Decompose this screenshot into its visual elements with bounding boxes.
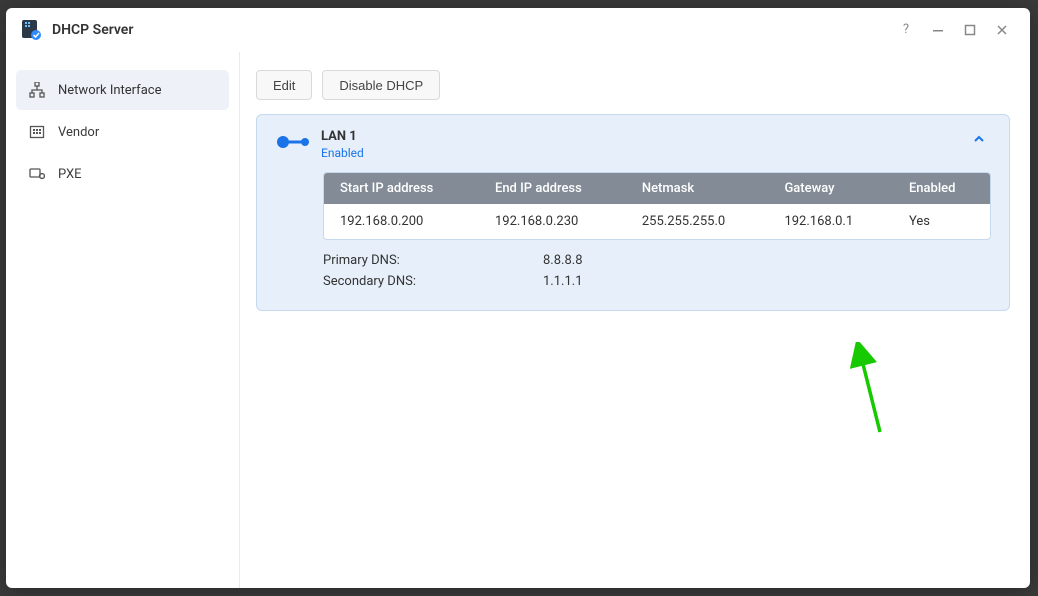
- dhcp-range-table: Start IP address End IP address Netmask …: [323, 172, 991, 240]
- secondary-dns-label: Secondary DNS:: [323, 274, 543, 289]
- cell-enabled: Yes: [893, 204, 990, 239]
- col-start-ip: Start IP address: [324, 173, 479, 204]
- lan-title: LAN 1: [321, 129, 364, 144]
- window: DHCP Server ? Network Interface: [6, 8, 1030, 588]
- maximize-button[interactable]: [956, 16, 984, 44]
- col-gateway: Gateway: [768, 173, 893, 204]
- col-netmask: Netmask: [626, 173, 769, 204]
- network-interface-icon: [28, 82, 46, 98]
- app-icon: [20, 19, 42, 41]
- primary-dns-row: Primary DNS: 8.8.8.8: [323, 250, 991, 271]
- col-end-ip: End IP address: [479, 173, 626, 204]
- cell-end-ip: 192.168.0.230: [479, 204, 626, 239]
- pxe-icon: [28, 166, 46, 182]
- annotation-arrow-icon: [850, 342, 890, 442]
- cell-gateway: 192.168.0.1: [768, 204, 893, 239]
- collapse-toggle[interactable]: [967, 129, 991, 153]
- maximize-icon: [964, 24, 976, 36]
- close-button[interactable]: [988, 16, 1016, 44]
- help-button[interactable]: ?: [892, 16, 920, 44]
- help-icon: ?: [903, 22, 909, 37]
- sidebar-item-label: Vendor: [58, 125, 99, 140]
- table-header-row: Start IP address End IP address Netmask …: [324, 173, 990, 204]
- cell-netmask: 255.255.255.0: [626, 204, 769, 239]
- sidebar-item-vendor[interactable]: Vendor: [16, 112, 229, 152]
- chevron-up-icon: [973, 133, 985, 145]
- sidebar-item-network-interface[interactable]: Network Interface: [16, 70, 229, 110]
- cell-start-ip: 192.168.0.200: [324, 204, 479, 239]
- main-panel: Edit Disable DHCP LAN 1 Enabled: [240, 52, 1030, 588]
- sidebar: Network Interface Vendor PXE: [6, 52, 240, 588]
- lan-status: Enabled: [321, 146, 364, 160]
- sidebar-item-pxe[interactable]: PXE: [16, 154, 229, 194]
- close-icon: [996, 24, 1008, 36]
- toolbar: Edit Disable DHCP: [256, 70, 1010, 100]
- vendor-icon: [28, 124, 46, 140]
- disable-dhcp-button[interactable]: Disable DHCP: [322, 70, 440, 100]
- primary-dns-value: 8.8.8.8: [543, 253, 583, 268]
- lan-panel[interactable]: LAN 1 Enabled Start IP address End IP ad…: [256, 114, 1010, 311]
- edit-button[interactable]: Edit: [256, 70, 312, 100]
- minimize-button[interactable]: [924, 16, 952, 44]
- titlebar: DHCP Server ?: [6, 8, 1030, 52]
- secondary-dns-row: Secondary DNS: 1.1.1.1: [323, 271, 991, 292]
- sidebar-item-label: PXE: [58, 167, 82, 182]
- app-title: DHCP Server: [52, 22, 133, 38]
- primary-dns-label: Primary DNS:: [323, 253, 543, 268]
- col-enabled: Enabled: [893, 173, 990, 204]
- minimize-icon: [932, 24, 944, 36]
- secondary-dns-value: 1.1.1.1: [543, 274, 583, 289]
- table-row[interactable]: 192.168.0.200 192.168.0.230 255.255.255.…: [324, 204, 990, 239]
- sidebar-item-label: Network Interface: [58, 83, 161, 98]
- lan-connected-icon: [275, 133, 311, 155]
